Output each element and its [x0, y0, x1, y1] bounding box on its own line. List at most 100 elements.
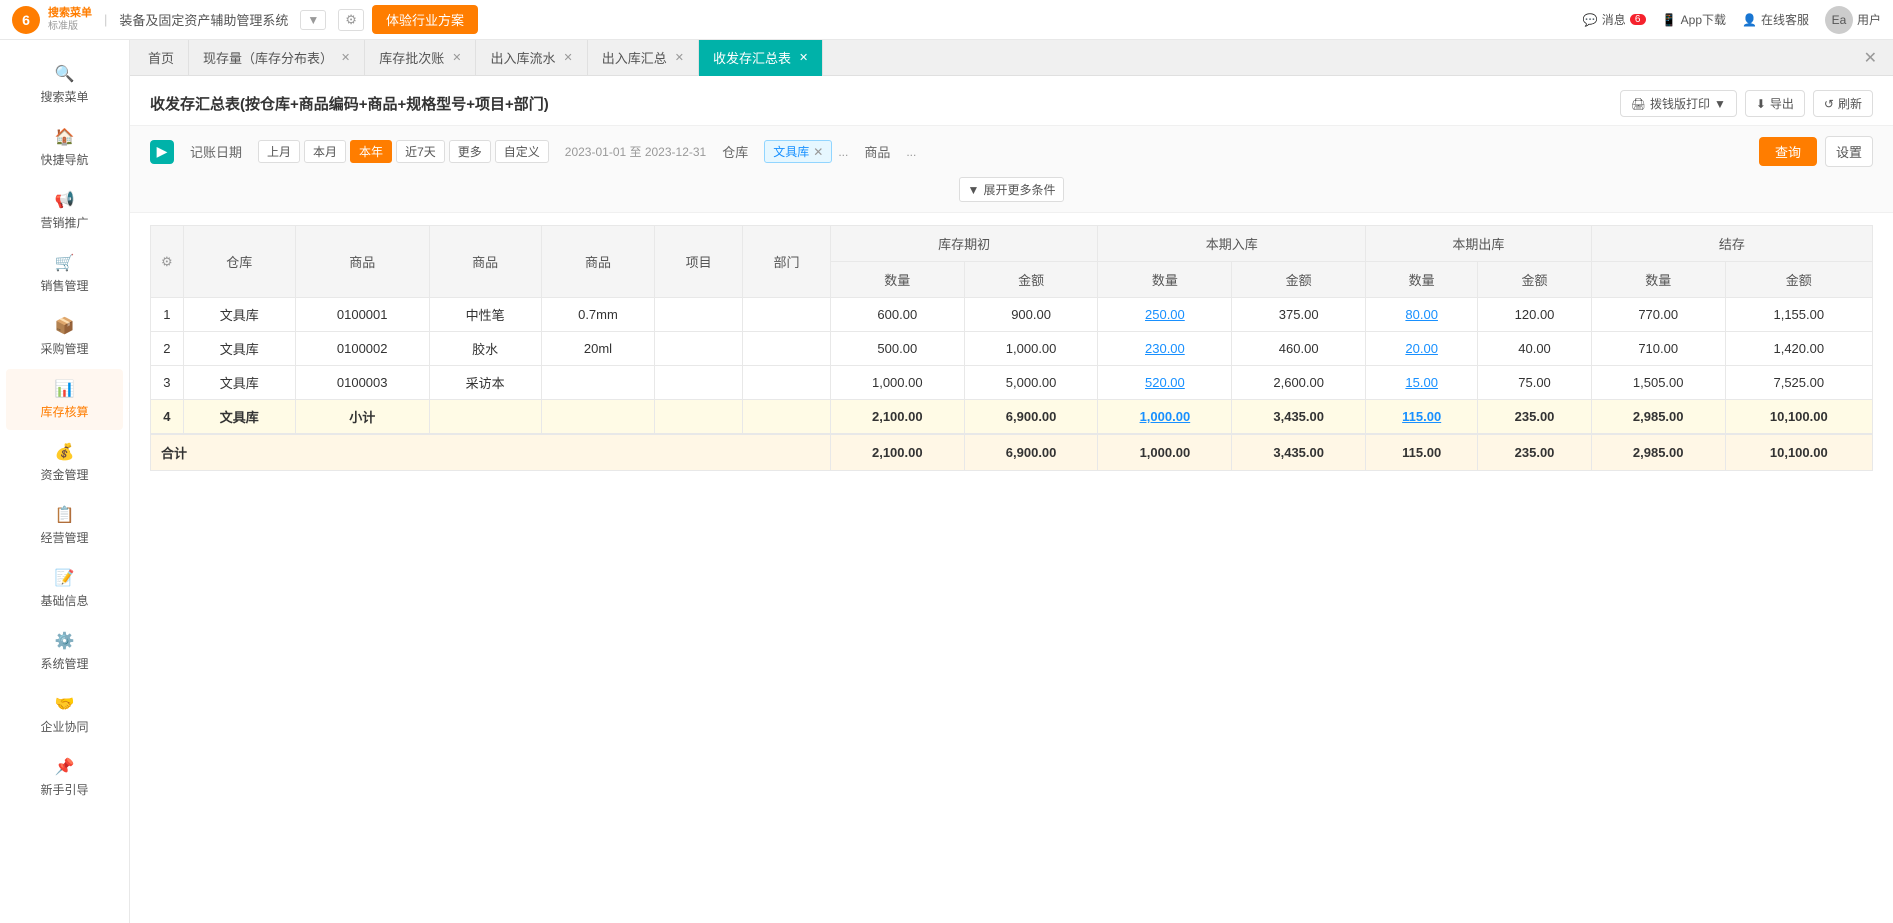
system-icon: ⚙️: [55, 631, 75, 651]
warehouse-tag-remove[interactable]: ✕: [813, 145, 823, 159]
page-content: 收发存汇总表(按仓库+商品编码+商品+规格型号+项目+部门) 🖨 拨钱版打印 ▼…: [130, 76, 1893, 923]
tab-close-inout-flow[interactable]: ✕: [564, 51, 573, 64]
sidebar-item-label: 经营管理: [40, 529, 88, 546]
tab-inout-summary[interactable]: 出入库汇总 ✕: [588, 40, 699, 76]
service-btn[interactable]: 👤 在线客服: [1742, 11, 1809, 28]
sidebar-item-label: 采购管理: [40, 340, 88, 357]
column-settings-icon[interactable]: ⚙: [161, 254, 173, 269]
user-btn[interactable]: Ea 用户: [1825, 6, 1881, 34]
col-bal-amt-header: 金额: [1725, 262, 1872, 298]
settings-gear-btn[interactable]: ⚙: [338, 9, 364, 31]
row2-out-qty[interactable]: 20.00: [1366, 332, 1478, 366]
set-button[interactable]: 设置: [1825, 136, 1873, 167]
table-row: 3 文具库 0100003 采访本 1,000.00 5,000.00 520.…: [151, 366, 1873, 400]
refresh-button[interactable]: ↺ 刷新: [1813, 90, 1873, 117]
filter-toggle-btn[interactable]: ▶: [150, 140, 174, 164]
tab-recv-send[interactable]: 收发存汇总表 ✕: [699, 40, 823, 76]
query-button[interactable]: 查询: [1759, 137, 1817, 166]
row2-spec: 20ml: [541, 332, 654, 366]
row3-out-amt: 75.00: [1478, 366, 1592, 400]
col-productspec-header: 商品: [541, 226, 654, 298]
row1-bal-qty: 770.00: [1591, 298, 1725, 332]
sidebar-item-purchase[interactable]: 📦 采购管理: [6, 306, 123, 367]
message-btn[interactable]: 💬 消息 6: [1583, 11, 1646, 28]
tab-close-all-btn[interactable]: ✕: [1852, 48, 1889, 68]
system-select-dropdown[interactable]: ▼: [300, 10, 326, 30]
tab-bar: 首页 现存量（库存分布表） ✕ 库存批次账 ✕ 出入库流水 ✕ 出入库汇总 ✕ …: [130, 40, 1893, 76]
tab-close-recv-send[interactable]: ✕: [799, 51, 808, 64]
row2-in-amt: 460.00: [1232, 332, 1366, 366]
row1-no: 1: [151, 298, 184, 332]
row1-open-amt: 900.00: [964, 298, 1098, 332]
row3-bal-amt: 7,525.00: [1725, 366, 1872, 400]
row2-no: 2: [151, 332, 184, 366]
row1-name: 中性笔: [429, 298, 541, 332]
row1-in-qty[interactable]: 250.00: [1098, 298, 1232, 332]
col-project-header: 项目: [655, 226, 743, 298]
logo-icon: 6: [12, 6, 40, 34]
date-shortcuts: 上月 本月 本年 近7天 更多 自定义: [258, 140, 549, 163]
data-table: ⚙ 仓库 商品 商品 商品 项目 部门 库存期初 本期入库 本期出库 结存: [150, 225, 1873, 471]
warehouse-tag[interactable]: 文具库 ✕: [764, 140, 832, 163]
row2-warehouse: 文具库: [183, 332, 295, 366]
subtotal-open-qty: 2,100.00: [830, 400, 964, 435]
sidebar-item-marketing[interactable]: 📢 营销推广: [6, 180, 123, 241]
tab-close-stock-dist[interactable]: ✕: [341, 51, 350, 64]
product-more-btn[interactable]: ...: [906, 145, 916, 159]
top-bar: 6 搜索菜单 标准版 | 装备及固定资产辅助管理系统 ▼ ⚙ 体验行业方案 💬 …: [0, 0, 1893, 40]
sidebar-item-search[interactable]: 🔍 搜索菜单: [6, 54, 123, 115]
export-button[interactable]: ⬇ 导出: [1745, 90, 1805, 117]
date-btn-last-month[interactable]: 上月: [258, 140, 300, 163]
tab-stock-dist[interactable]: 现存量（库存分布表） ✕: [189, 40, 365, 76]
col-opening-header: 库存期初: [830, 226, 1098, 262]
subtotal-in-qty[interactable]: 1,000.00: [1098, 400, 1232, 435]
date-btn-this-year[interactable]: 本年: [350, 140, 392, 163]
date-btn-custom[interactable]: 自定义: [495, 140, 549, 163]
finance-icon: 💰: [55, 442, 75, 462]
home-icon: 🏠: [55, 127, 75, 147]
date-filter-label: 记账日期: [190, 142, 242, 161]
tab-close-inout-summary[interactable]: ✕: [675, 51, 684, 64]
row1-out-qty[interactable]: 80.00: [1366, 298, 1478, 332]
warehouse-filter: 文具库 ✕ ...: [764, 140, 848, 163]
logo-text: 搜索菜单 标准版: [48, 6, 92, 33]
row3-no: 3: [151, 366, 184, 400]
date-btn-more[interactable]: 更多: [449, 140, 491, 163]
sidebar-item-operation[interactable]: 📋 经营管理: [6, 495, 123, 556]
sidebar-item-enterprise[interactable]: 🤝 企业协同: [6, 684, 123, 745]
sidebar-item-sales[interactable]: 🛒 销售管理: [6, 243, 123, 304]
total-out-qty: 115.00: [1366, 434, 1478, 471]
sidebar-item-guide[interactable]: 📌 新手引导: [6, 747, 123, 808]
total-out-amt: 235.00: [1478, 434, 1592, 471]
row1-project: [655, 298, 743, 332]
tab-home[interactable]: 首页: [134, 40, 189, 76]
sidebar-item-label: 搜索菜单: [40, 88, 88, 105]
warehouse-more-btn[interactable]: ...: [838, 145, 848, 159]
date-btn-this-month[interactable]: 本月: [304, 140, 346, 163]
tab-inout-flow[interactable]: 出入库流水 ✕: [476, 40, 587, 76]
sidebar-item-inventory[interactable]: 📊 库存核算: [6, 369, 123, 430]
app-download-btn[interactable]: 📱 App下载: [1662, 11, 1726, 28]
sidebar-item-system[interactable]: ⚙️ 系统管理: [6, 621, 123, 682]
subtotal-open-amt: 6,900.00: [964, 400, 1098, 435]
sidebar-item-basic[interactable]: 📝 基础信息: [6, 558, 123, 619]
expand-conditions-btn[interactable]: ▼ 展开更多条件: [959, 177, 1065, 202]
tab-close-batch[interactable]: ✕: [452, 51, 461, 64]
sidebar-item-quicknav[interactable]: 🏠 快捷导航: [6, 117, 123, 178]
date-range-display: 2023-01-01 至 2023-12-31: [565, 143, 706, 160]
row3-out-qty[interactable]: 15.00: [1366, 366, 1478, 400]
trial-button[interactable]: 体验行业方案: [372, 5, 478, 34]
tab-batch[interactable]: 库存批次账 ✕: [365, 40, 476, 76]
row3-in-qty[interactable]: 520.00: [1098, 366, 1232, 400]
date-btn-7days[interactable]: 近7天: [396, 140, 445, 163]
subtotal-out-qty[interactable]: 115.00: [1366, 400, 1478, 435]
subtotal-label: 小计: [295, 400, 429, 435]
row2-bal-qty: 710.00: [1591, 332, 1725, 366]
total-label: 合计: [151, 434, 831, 471]
row2-dept: [743, 332, 831, 366]
filter-action-btns: 查询 设置: [1759, 136, 1873, 167]
print-button[interactable]: 🖨 拨钱版打印 ▼: [1620, 90, 1737, 117]
sidebar-item-finance[interactable]: 💰 资金管理: [6, 432, 123, 493]
row2-in-qty[interactable]: 230.00: [1098, 332, 1232, 366]
print-icon: 🖨: [1631, 97, 1646, 111]
